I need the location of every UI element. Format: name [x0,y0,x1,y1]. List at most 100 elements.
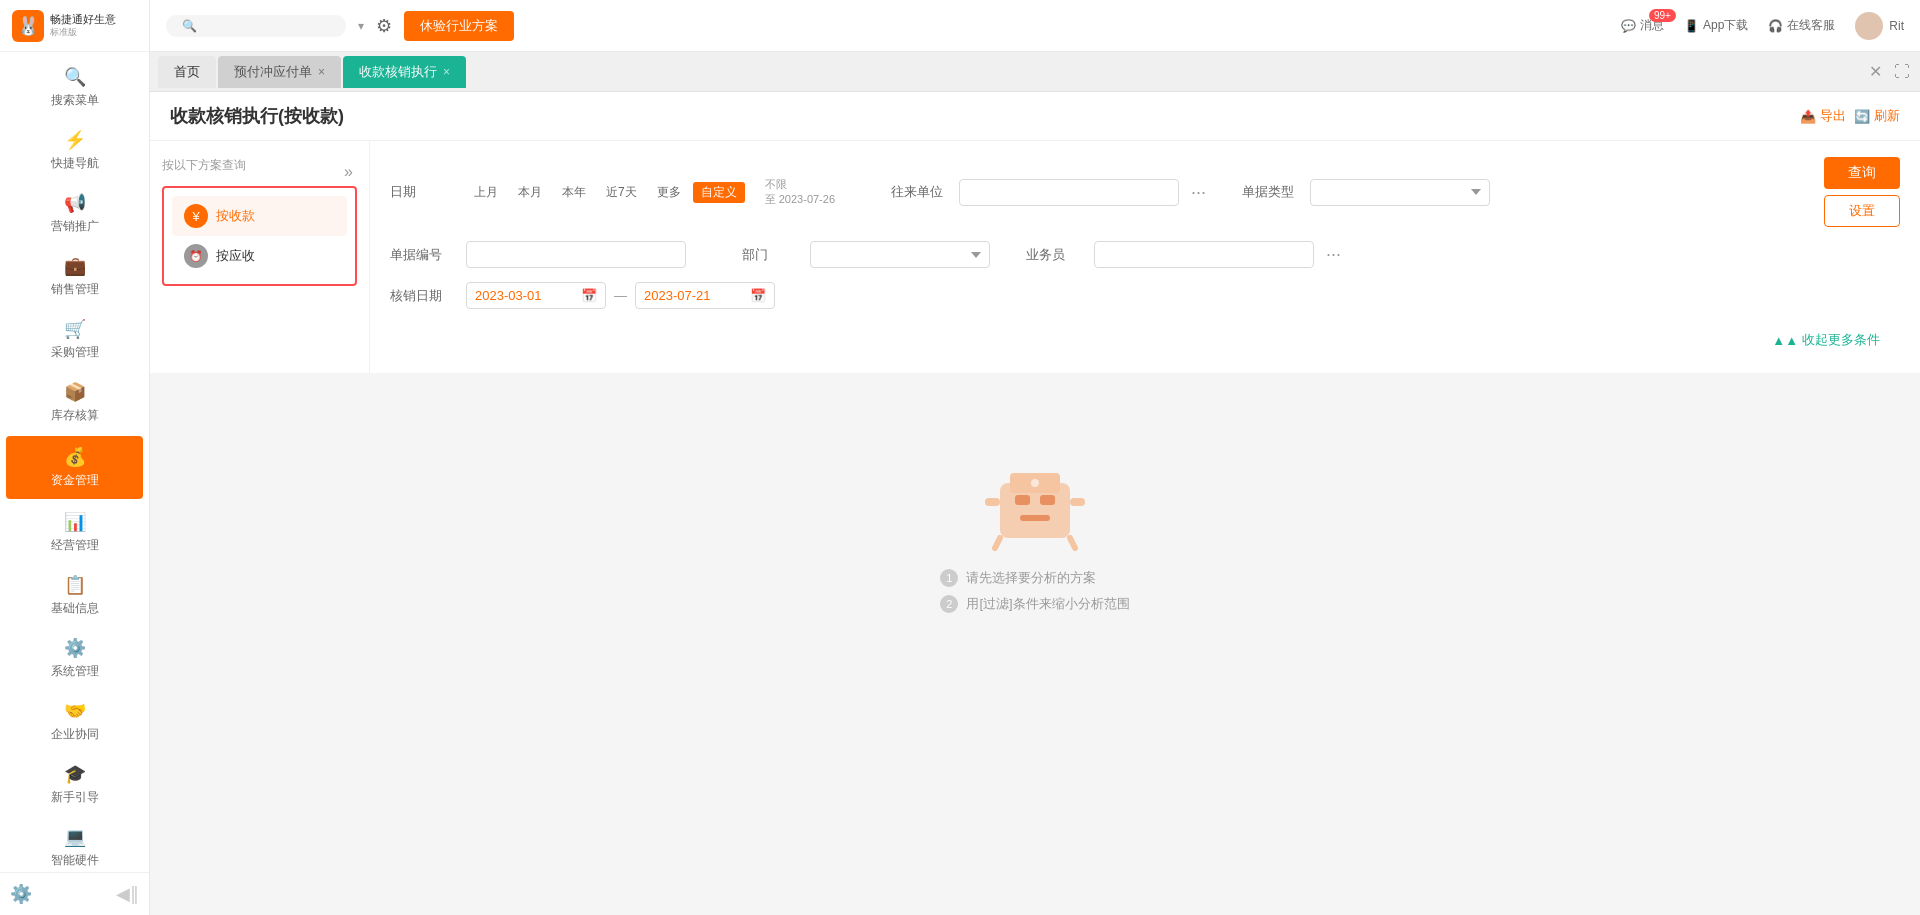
chevron-down-icon[interactable]: ▾ [358,19,364,33]
staff-label: 业务员 [1026,246,1086,264]
date-tab-this-year[interactable]: 本年 [554,182,594,203]
page-content: 收款核销执行(按收款) 📤 导出 🔄 刷新 按以下方案查询 » [150,92,1920,915]
doc-type-select[interactable] [1310,179,1490,206]
svg-rect-4 [1040,495,1055,505]
date-tab-this-month[interactable]: 本月 [510,182,550,203]
quick-nav-icon: ⚡ [64,129,86,151]
date-tab-7days[interactable]: 近7天 [598,182,645,203]
empty-tip-1: 1 请先选择要分析的方案 [940,569,1129,587]
svg-rect-6 [985,498,1000,506]
app-download-btn[interactable]: 📱 App下载 [1684,17,1748,34]
message-btn[interactable]: 💬 消息 99+ [1621,17,1664,34]
by-receipt-label: 按收款 [216,207,255,225]
svg-line-8 [995,538,1000,548]
sidebar-item-sales-label: 销售管理 [51,281,99,298]
staff-dots[interactable]: ··· [1326,244,1341,265]
sales-icon: 💼 [64,255,86,277]
sidebar-item-base-info[interactable]: 📋 基础信息 [0,564,149,627]
hardware-icon: 💻 [64,826,86,848]
sidebar-item-quick-nav[interactable]: ⚡ 快捷导航 [0,119,149,182]
tab-receipt-verify-label: 收款核销执行 [359,63,437,81]
svg-line-9 [1070,538,1075,548]
svg-rect-7 [1070,498,1085,506]
date-tabs: 上月 本月 本年 近7天 更多 自定义 [466,182,745,203]
filter-row-1: 日期 上月 本月 本年 近7天 更多 自定义 不限 至 2023-07-26 [390,157,1900,227]
filter-option-by-receivable[interactable]: ⏰ 按应收 [172,236,347,276]
sidebar-item-hardware[interactable]: 💻 智能硬件 [0,816,149,872]
gear-icon[interactable]: ⚙ [376,15,392,37]
logo-name: 畅捷通好生意 [50,12,116,26]
refresh-icon: 🔄 [1854,109,1870,124]
sidebar-item-base-info-label: 基础信息 [51,600,99,617]
staff-input[interactable] [1094,241,1314,268]
page-header: 收款核销执行(按收款) 📤 导出 🔄 刷新 [150,92,1920,141]
filter-left-title: 按以下方案查询 [162,157,246,174]
sidebar-item-inventory[interactable]: 📦 库存核算 [0,371,149,434]
filter-right-panel: 日期 上月 本月 本年 近7天 更多 自定义 不限 至 2023-07-26 [370,141,1920,373]
logo-icon: 🐰 [12,10,44,42]
verify-date-range: 2023-03-01 📅 — 2023-07-21 📅 [466,282,775,309]
message-badge: 99+ [1649,9,1676,22]
counterpart-input[interactable] [959,179,1179,206]
expand-tab-icon[interactable]: ⛶ [1892,61,1912,83]
tab-prepay[interactable]: 预付冲应付单 × [218,56,341,88]
query-button[interactable]: 查询 [1824,157,1900,189]
service-label: 在线客服 [1787,17,1835,34]
sidebar-item-system[interactable]: ⚙️ 系统管理 [0,627,149,690]
user-area[interactable]: Rit [1855,12,1904,40]
empty-tip-2: 2 用[过滤]条件来缩小分析范围 [940,595,1129,613]
filter-row-3: 核销日期 2023-03-01 📅 — 2023-07-21 📅 [390,282,1900,309]
sidebar-item-search[interactable]: 🔍 搜索菜单 [0,56,149,119]
sidebar-item-management[interactable]: 📊 经营管理 [0,501,149,564]
sidebar-item-collab[interactable]: 🤝 企业协同 [0,690,149,753]
industry-btn[interactable]: 休验行业方案 [404,11,514,41]
online-service-btn[interactable]: 🎧 在线客服 [1768,17,1835,34]
tab-prepay-close[interactable]: × [318,65,325,79]
sidebar-item-newbie[interactable]: 🎓 新手引导 [0,753,149,816]
export-button[interactable]: 📤 导出 [1800,107,1846,125]
filter-left-panel: 按以下方案查询 » ¥ 按收款 ⏰ 按应收 [150,141,370,373]
topbar: 🔍 ▾ ⚙ 休验行业方案 💬 消息 99+ 📱 App下载 🎧 在线客服 Rit [150,0,1920,52]
collapse-sidebar-icon[interactable]: ◀‖ [116,883,139,905]
verify-date-start-input[interactable]: 2023-03-01 📅 [466,282,606,309]
management-icon: 📊 [64,511,86,533]
system-icon: ⚙️ [64,637,86,659]
collapse-conditions-button[interactable]: ▲▲ 收起更多条件 [1772,331,1880,349]
filter-options-box: ¥ 按收款 ⏰ 按应收 [162,186,357,286]
logo-badge: 标准版 [50,26,116,39]
sidebar-item-sales[interactable]: 💼 销售管理 [0,245,149,308]
tip-number-2: 2 [940,595,958,613]
setting-button[interactable]: 设置 [1824,195,1900,227]
verify-date-end-input[interactable]: 2023-07-21 📅 [635,282,775,309]
sidebar-item-finance[interactable]: 💰 资金管理 [6,436,143,499]
calendar-start-icon: 📅 [581,288,597,303]
avatar [1855,12,1883,40]
empty-illustration [975,453,1095,553]
filter-option-by-receipt[interactable]: ¥ 按收款 [172,196,347,236]
collapse-left-panel-btn[interactable]: » [340,159,357,185]
tabbar: 首页 预付冲应付单 × 收款核销执行 × ✕ ⛶ [150,52,1920,92]
sidebar-item-newbie-label: 新手引导 [51,789,99,806]
dept-select[interactable] [810,241,990,268]
verify-date-label: 核销日期 [390,287,450,305]
doc-num-input[interactable] [466,241,686,268]
sidebar-item-purchase[interactable]: 🛒 采购管理 [0,308,149,371]
tip-text-1: 请先选择要分析的方案 [966,569,1096,587]
close-tab-icon[interactable]: ✕ [1867,60,1884,83]
search-box[interactable]: 🔍 [166,15,346,37]
page-title: 收款核销执行(按收款) [170,104,344,140]
sidebar-item-marketing[interactable]: 📢 营销推广 [0,182,149,245]
refresh-button[interactable]: 🔄 刷新 [1854,107,1900,125]
date-tab-last-month[interactable]: 上月 [466,182,506,203]
tip-number-1: 1 [940,569,958,587]
sidebar-bottom: ⚙️ ◀‖ [0,872,149,915]
date-tab-more[interactable]: 更多 [649,182,689,203]
settings-icon[interactable]: ⚙️ [10,883,32,905]
filter-row-2: 单据编号 部门 业务员 ··· [390,241,1900,268]
tab-receipt-verify[interactable]: 收款核销执行 × [343,56,466,88]
counterpart-dots[interactable]: ··· [1191,182,1206,203]
header-actions: 📤 导出 🔄 刷新 [1800,107,1900,137]
tab-receipt-verify-close[interactable]: × [443,65,450,79]
date-tab-custom[interactable]: 自定义 [693,182,745,203]
tab-home[interactable]: 首页 [158,56,216,88]
